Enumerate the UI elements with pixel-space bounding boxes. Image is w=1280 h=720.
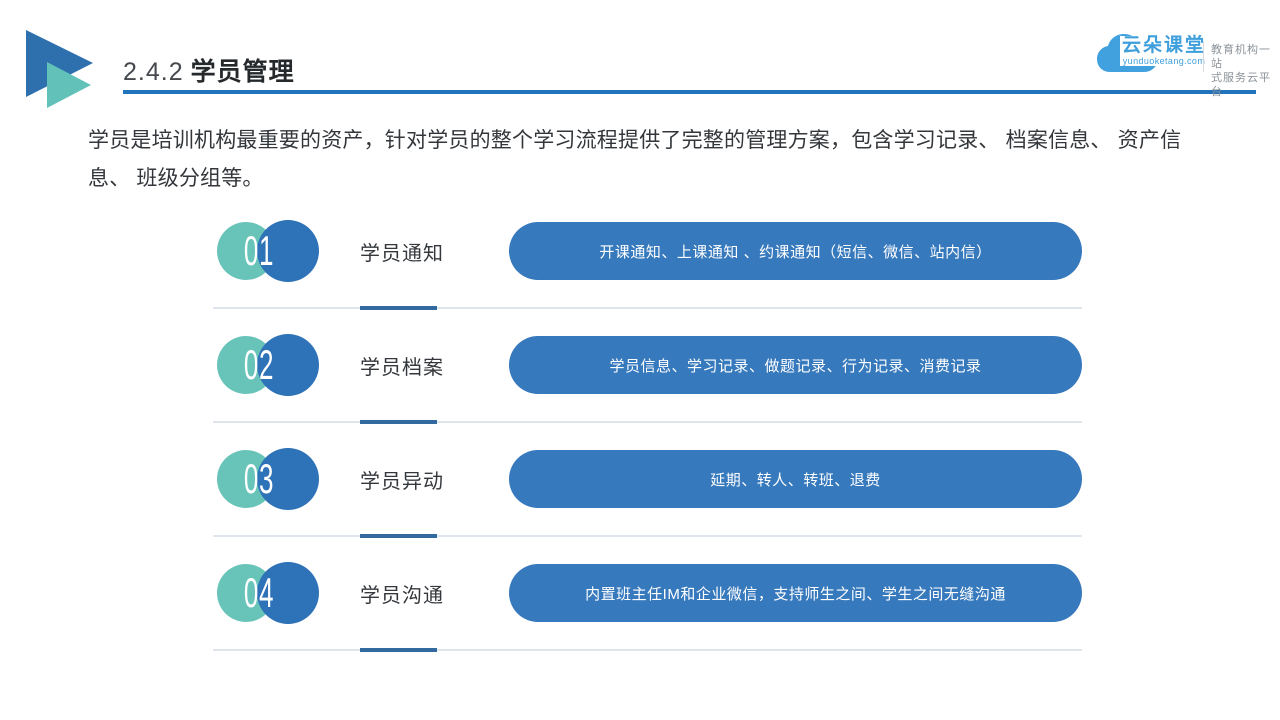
row-label: 学员异动 — [360, 465, 464, 494]
number-badge: 01 — [217, 219, 321, 283]
section-title: 学员管理 — [191, 58, 295, 86]
brand-tagline-line2: 式服务云平台 — [1211, 71, 1276, 99]
row-student-change: 03 学员异动 延期、转人、转班、退费 — [213, 423, 1082, 537]
brand-tagline-line1: 教育机构一站 — [1211, 43, 1276, 71]
number-badge: 02 — [217, 333, 321, 397]
row-detail-pill: 开课通知、上课通知 、约课通知（短信、微信、站内信） — [509, 222, 1082, 280]
row-label: 学员档案 — [360, 351, 464, 380]
row-student-notice: 01 学员通知 开课通知、上课通知 、约课通知（短信、微信、站内信） — [213, 195, 1082, 309]
row-number: 04 — [239, 561, 279, 625]
row-number: 01 — [239, 219, 279, 283]
brand-name: 云朵课堂 — [1122, 36, 1206, 56]
intro-paragraph: 学员是培训机构最重要的资产，针对学员的整个学习流程提供了完整的管理方案，包含学习… — [88, 122, 1210, 198]
row-student-archive: 02 学员档案 学员信息、学习记录、做题记录、行为记录、消费记录 — [213, 309, 1082, 423]
brand-logo: 云朵课堂 yunduoketang.com 教育机构一站 式服务云平台 — [1090, 28, 1276, 80]
page-title: 2.4.2学员管理 — [123, 52, 295, 88]
brand-wordmark: 云朵课堂 yunduoketang.com — [1120, 36, 1208, 66]
row-label: 学员通知 — [360, 237, 464, 266]
row-label: 学员沟通 — [360, 579, 464, 608]
row-number: 02 — [239, 333, 279, 397]
brand-separator — [1203, 41, 1204, 72]
row-detail-pill: 学员信息、学习记录、做题记录、行为记录、消费记录 — [509, 336, 1082, 394]
row-detail-pill: 延期、转人、转班、退费 — [509, 450, 1082, 508]
number-badge: 04 — [217, 561, 321, 625]
row-detail-pill: 内置班主任IM和企业微信，支持师生之间、学生之间无缝沟通 — [509, 564, 1082, 622]
brand-tagline: 教育机构一站 式服务云平台 — [1211, 43, 1276, 99]
row-student-communication: 04 学员沟通 内置班主任IM和企业微信，支持师生之间、学生之间无缝沟通 — [213, 537, 1082, 651]
title-underline — [123, 90, 1256, 94]
feature-rows: 01 学员通知 开课通知、上课通知 、约课通知（短信、微信、站内信） 02 学员… — [213, 195, 1082, 651]
number-badge: 03 — [217, 447, 321, 511]
section-number: 2.4.2 — [123, 58, 184, 86]
row-number: 03 — [239, 447, 279, 511]
divider-accent — [360, 648, 437, 652]
brand-domain: yunduoketang.com — [1122, 56, 1206, 66]
corner-triangles-logo — [24, 28, 96, 112]
